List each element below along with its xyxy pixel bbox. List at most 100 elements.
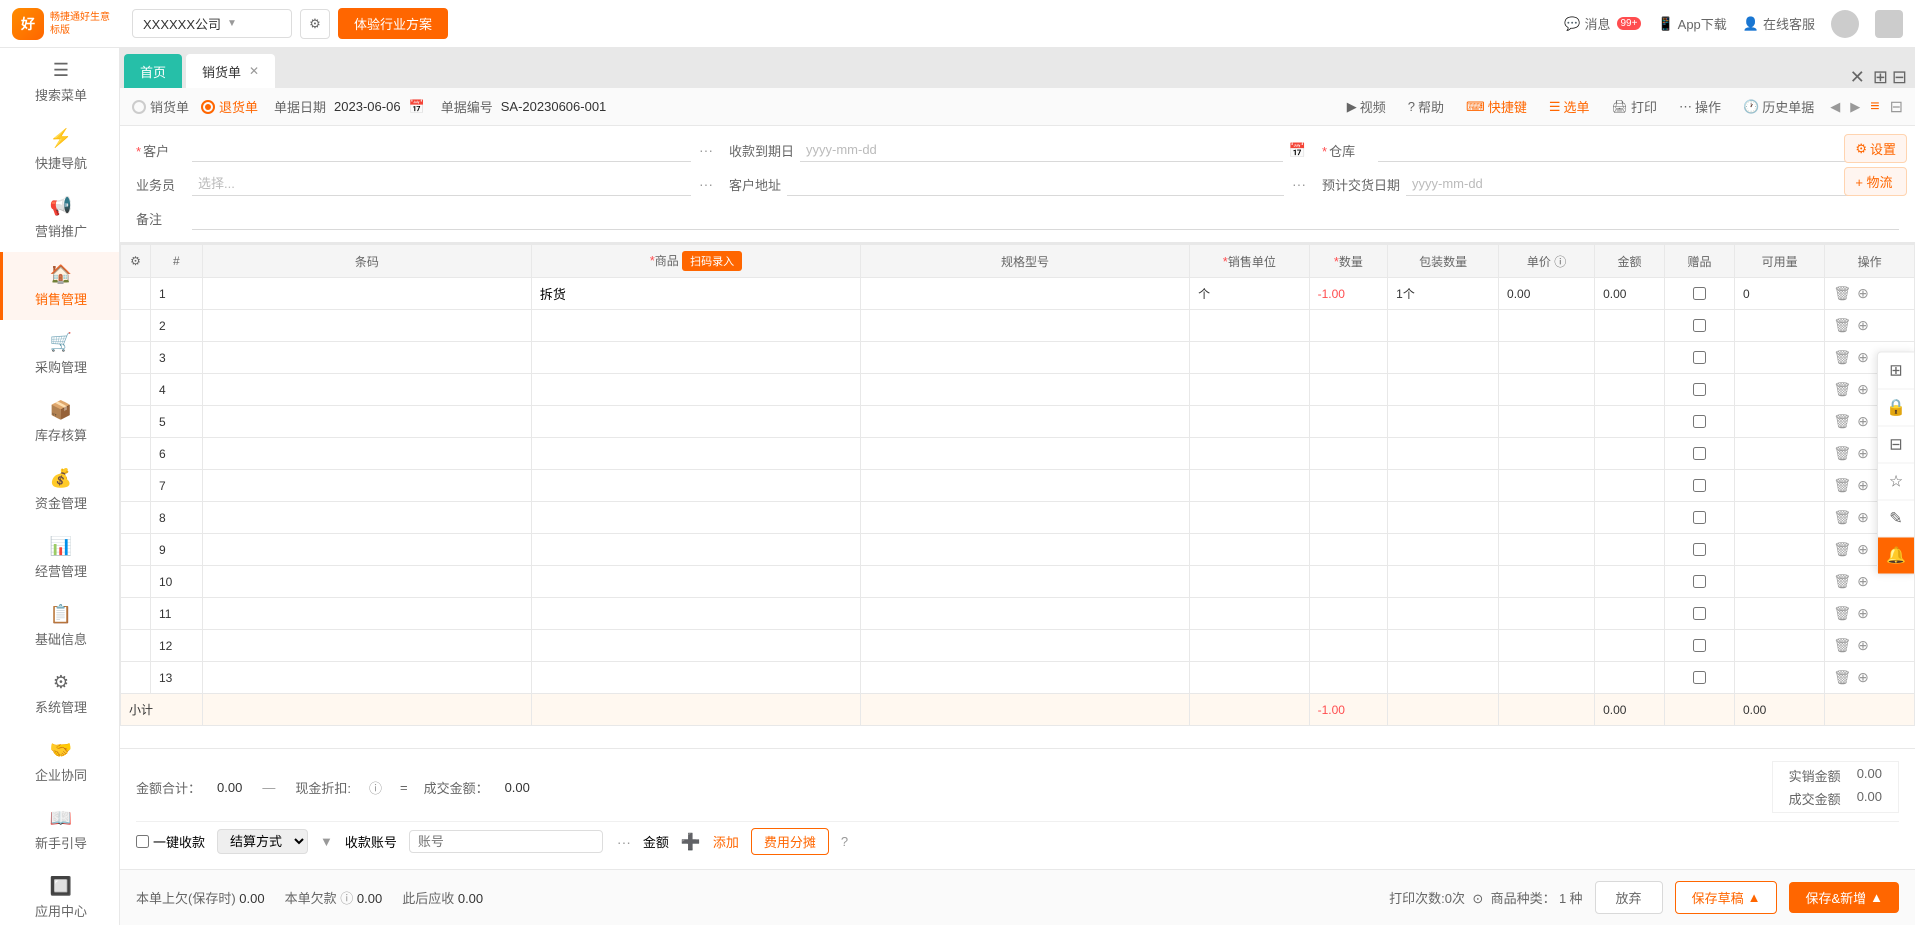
row-product-12[interactable] bbox=[531, 630, 860, 662]
copy-icon-10[interactable]: ⊕ bbox=[1857, 573, 1869, 590]
row-barcode-6[interactable] bbox=[202, 438, 531, 470]
one-click-payment[interactable]: 一键收款 bbox=[136, 832, 205, 851]
radio-sales[interactable]: 销货单 bbox=[132, 97, 189, 116]
copy-icon-7[interactable]: ⊕ bbox=[1857, 477, 1869, 494]
float-expand-btn[interactable]: ⊞ bbox=[1878, 352, 1914, 389]
add-payment-icon[interactable]: ➕ bbox=[681, 832, 701, 852]
row-product-9[interactable] bbox=[531, 534, 860, 566]
print-btn[interactable]: 🖨 打印 bbox=[1606, 94, 1664, 119]
row-quantity-4[interactable] bbox=[1309, 374, 1388, 406]
row-gift-9[interactable] bbox=[1665, 534, 1735, 566]
row-barcode-2[interactable] bbox=[202, 310, 531, 342]
row-quantity-12[interactable] bbox=[1309, 630, 1388, 662]
delete-icon-9[interactable]: 🗑 bbox=[1833, 541, 1851, 558]
row-spec-6[interactable] bbox=[860, 438, 1189, 470]
salesperson-input[interactable] bbox=[192, 172, 691, 196]
app-download-button[interactable]: 📱 App下载 bbox=[1657, 14, 1726, 33]
delete-icon-5[interactable]: 🗑 bbox=[1833, 413, 1851, 430]
save-new-button[interactable]: 保存&新增 ▲ bbox=[1789, 882, 1899, 913]
company-selector[interactable]: XXXXXX公司 ▼ bbox=[132, 9, 292, 38]
sidebar-item-enterprise[interactable]: 🤝 企业协同 bbox=[0, 728, 119, 796]
row-spec-7[interactable] bbox=[860, 470, 1189, 502]
customer-address-input[interactable] bbox=[787, 172, 1284, 196]
row-quantity-7[interactable] bbox=[1309, 470, 1388, 502]
sidebar-item-guide[interactable]: 📖 新手引导 bbox=[0, 796, 119, 864]
tab-sales-order[interactable]: 销货单 ✕ bbox=[186, 54, 275, 88]
row-spec-10[interactable] bbox=[860, 566, 1189, 598]
sidebar-item-sales[interactable]: 🏠 销售管理 bbox=[0, 252, 119, 320]
row-barcode-3[interactable] bbox=[202, 342, 531, 374]
row-gift-12[interactable] bbox=[1665, 630, 1735, 662]
settings-icon[interactable]: ⚙ bbox=[300, 9, 330, 39]
copy-icon-12[interactable]: ⊕ bbox=[1857, 637, 1869, 654]
copy-icon-6[interactable]: ⊕ bbox=[1857, 445, 1869, 462]
row-spec-13[interactable] bbox=[860, 662, 1189, 694]
float-notify-btn[interactable]: 🔔 bbox=[1878, 537, 1914, 573]
row-gift-3[interactable] bbox=[1665, 342, 1735, 374]
customer-input[interactable] bbox=[192, 138, 691, 162]
shortcut-btn[interactable]: ⌨ 快捷键 bbox=[1460, 94, 1533, 119]
filter-btn[interactable]: ☰ 选单 bbox=[1543, 94, 1596, 119]
row-gift-10[interactable] bbox=[1665, 566, 1735, 598]
row-quantity-3[interactable] bbox=[1309, 342, 1388, 374]
address-dots-icon[interactable]: ··· bbox=[1292, 176, 1306, 192]
row-barcode-11[interactable] bbox=[202, 598, 531, 630]
discard-button[interactable]: 放弃 bbox=[1595, 881, 1663, 914]
save-draft-button[interactable]: 保存草稿 ▲ bbox=[1675, 881, 1778, 914]
grid-view-icon[interactable]: ⊟ bbox=[1892, 67, 1907, 88]
row-barcode-9[interactable] bbox=[202, 534, 531, 566]
one-click-checkbox[interactable] bbox=[136, 835, 149, 848]
sidebar-item-search[interactable]: ☰ 搜索菜单 bbox=[0, 48, 119, 116]
payment-dots-icon[interactable]: ··· bbox=[617, 834, 631, 850]
sidebar-item-quick-nav[interactable]: ⚡ 快捷导航 bbox=[0, 116, 119, 184]
row-spec-9[interactable] bbox=[860, 534, 1189, 566]
expected-delivery-input[interactable] bbox=[1406, 172, 1876, 196]
payment-due-input[interactable] bbox=[800, 138, 1283, 162]
messages-button[interactable]: 💬 消息 99+ bbox=[1564, 14, 1641, 33]
row-product-11[interactable] bbox=[531, 598, 860, 630]
grid-detail-icon[interactable]: ⊟ bbox=[1890, 97, 1903, 117]
delete-icon-13[interactable]: 🗑 bbox=[1833, 669, 1851, 686]
copy-icon-8[interactable]: ⊕ bbox=[1857, 509, 1869, 526]
radio-return[interactable]: 退货单 bbox=[201, 97, 258, 116]
row-barcode-10[interactable] bbox=[202, 566, 531, 598]
copy-icon-9[interactable]: ⊕ bbox=[1857, 541, 1869, 558]
copy-icon-13[interactable]: ⊕ bbox=[1857, 669, 1869, 686]
operate-btn[interactable]: ⋯ 操作 bbox=[1673, 94, 1727, 119]
delete-icon-8[interactable]: 🗑 bbox=[1833, 509, 1851, 526]
row-product-4[interactable] bbox=[531, 374, 860, 406]
row-quantity-2[interactable] bbox=[1309, 310, 1388, 342]
delete-icon-1[interactable]: 🗑 bbox=[1833, 285, 1851, 302]
row-quantity-5[interactable] bbox=[1309, 406, 1388, 438]
user-menu-icon[interactable] bbox=[1875, 10, 1903, 38]
row-quantity-1[interactable]: -1.00 bbox=[1309, 278, 1388, 310]
avatar[interactable] bbox=[1831, 10, 1859, 38]
delete-icon-7[interactable]: 🗑 bbox=[1833, 477, 1851, 494]
remark-input[interactable] bbox=[192, 206, 1899, 230]
sidebar-item-finance[interactable]: 💰 资金管理 bbox=[0, 456, 119, 524]
row-gift-5[interactable] bbox=[1665, 406, 1735, 438]
sidebar-item-appstore[interactable]: 🔲 应用中心 bbox=[0, 864, 119, 925]
row-product-6[interactable] bbox=[531, 438, 860, 470]
row-spec-1[interactable] bbox=[860, 278, 1189, 310]
row-quantity-8[interactable] bbox=[1309, 502, 1388, 534]
float-lock-btn[interactable]: 🔒 bbox=[1878, 389, 1914, 426]
copy-icon-11[interactable]: ⊕ bbox=[1857, 605, 1869, 622]
delete-icon-11[interactable]: 🗑 bbox=[1833, 605, 1851, 622]
copy-icon-5[interactable]: ⊕ bbox=[1857, 413, 1869, 430]
payment-method-select[interactable]: 结算方式 bbox=[217, 829, 308, 854]
delete-icon-10[interactable]: 🗑 bbox=[1833, 573, 1851, 590]
row-quantity-10[interactable] bbox=[1309, 566, 1388, 598]
delete-icon-6[interactable]: 🗑 bbox=[1833, 445, 1851, 462]
row-product-7[interactable] bbox=[531, 470, 860, 502]
row-product-13[interactable] bbox=[531, 662, 860, 694]
scan-button[interactable]: 扫码录入 bbox=[682, 251, 742, 271]
payment-account-input[interactable] bbox=[409, 830, 603, 853]
row-barcode-4[interactable] bbox=[202, 374, 531, 406]
logistics-button[interactable]: + 物流 bbox=[1844, 167, 1907, 196]
row-gift-11[interactable] bbox=[1665, 598, 1735, 630]
video-btn[interactable]: ▶ 视频 bbox=[1341, 94, 1392, 119]
row-quantity-9[interactable] bbox=[1309, 534, 1388, 566]
copy-icon-1[interactable]: ⊕ bbox=[1857, 285, 1869, 302]
row-product-10[interactable] bbox=[531, 566, 860, 598]
